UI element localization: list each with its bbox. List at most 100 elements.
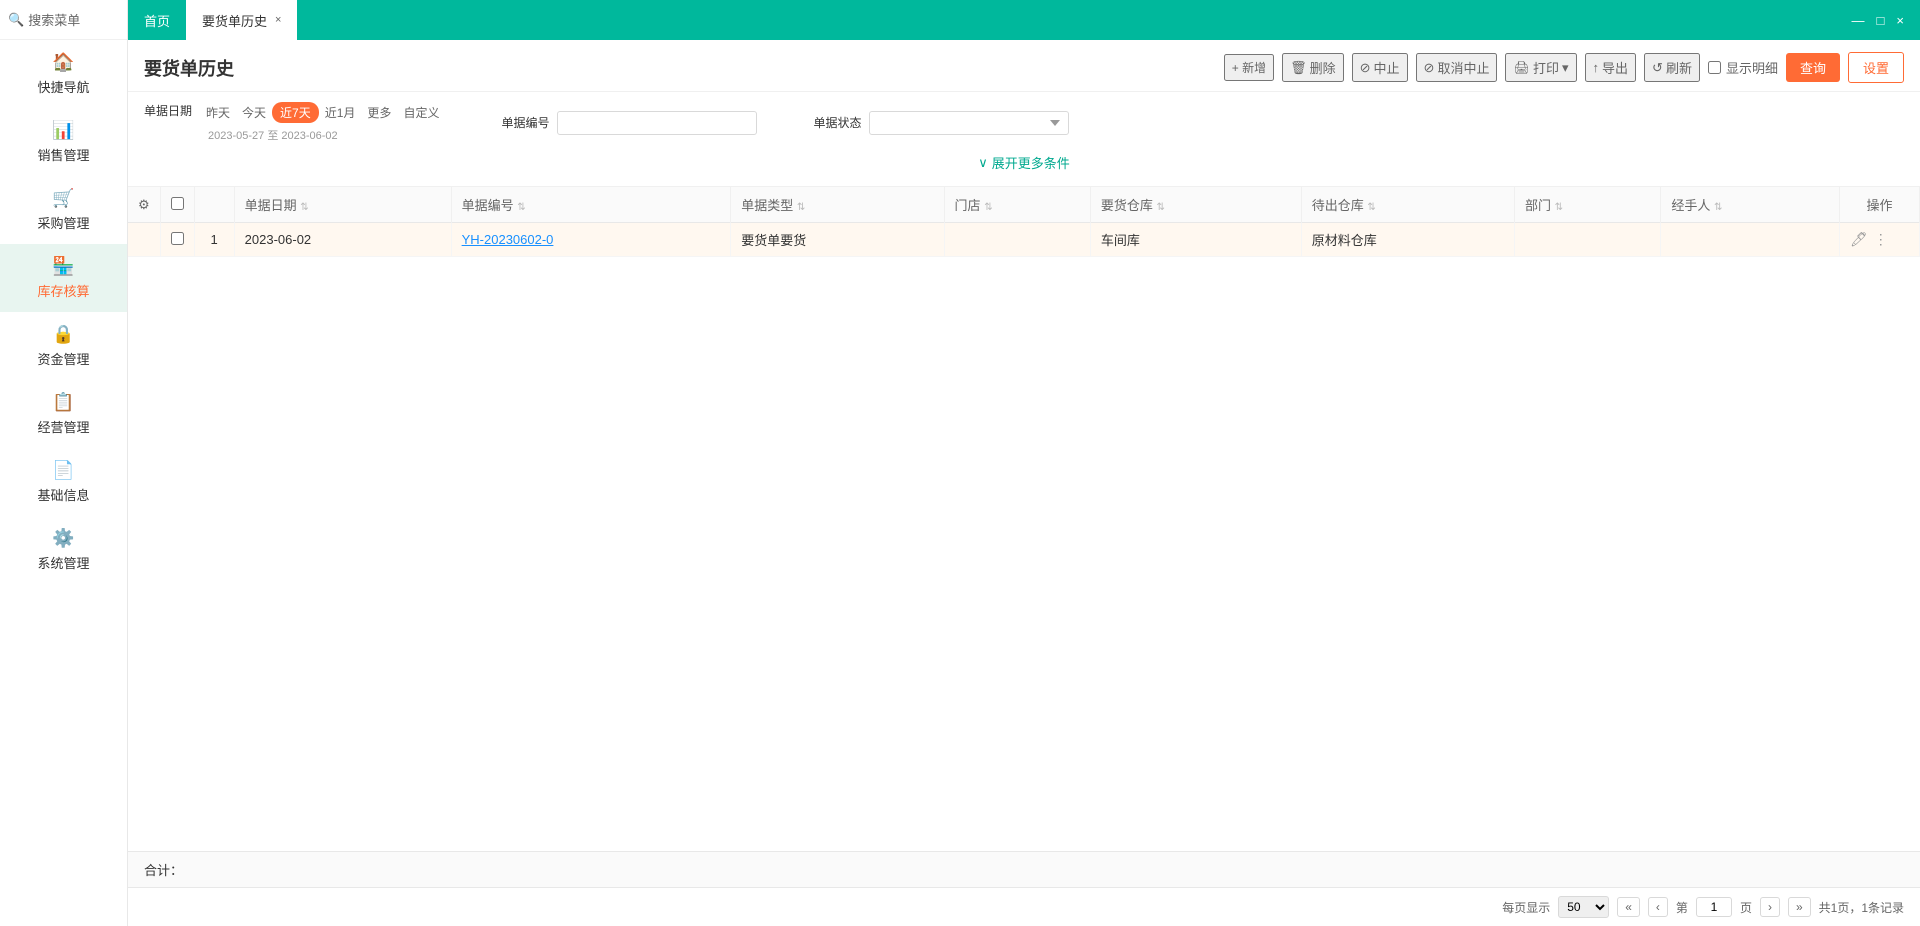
sort-icon-doc-date: ⇅ — [300, 202, 308, 213]
status-select[interactable]: 全部 草稿 已提交 已审核 已中止 — [869, 111, 1069, 135]
td-settings — [128, 223, 160, 257]
table-body: 1 2023-06-02 YH-20230602-0 要货单要货 车间库 原材料… — [128, 223, 1920, 257]
th-doc-no[interactable]: 单据编号 ⇅ — [451, 187, 731, 223]
header-actions: + 新增 🗑 删除 ⊘ 中止 ⊘ 取消中止 🖨 打印 ▾ — [1224, 52, 1904, 83]
basic-icon: 📄 — [52, 460, 74, 481]
table-area: ⚙ 单据日期 ⇅ 单据编号 ⇅ — [128, 187, 1920, 851]
operation-icon: 📋 — [52, 392, 74, 413]
export-button[interactable]: ↑ 导出 — [1585, 53, 1637, 82]
tab-close-button[interactable]: × — [275, 14, 281, 26]
refresh-button[interactable]: ↺ 刷新 — [1644, 53, 1700, 82]
system-icon: ⚙️ — [52, 528, 74, 549]
row-checkbox[interactable] — [171, 232, 184, 245]
display-detail-toggle[interactable]: 显示明细 — [1708, 58, 1778, 77]
date-btn-7days[interactable]: 近7天 — [272, 102, 319, 123]
td-operations: 🖊 ⋮ — [1840, 223, 1920, 257]
window-maximize-button[interactable]: □ — [1877, 13, 1885, 28]
setting-button[interactable]: 设置 — [1848, 52, 1904, 83]
next-page-button[interactable]: › — [1760, 897, 1780, 917]
th-doc-date[interactable]: 单据日期 ⇅ — [234, 187, 451, 223]
table-footer: 合计： — [128, 851, 1920, 887]
sidebar-item-label-inventory: 库存核算 — [37, 281, 89, 300]
status-label: 单据状态 — [813, 114, 861, 131]
stop-button[interactable]: ⊘ 中止 — [1352, 53, 1408, 82]
td-store — [944, 223, 1090, 257]
sidebar-item-quick-nav[interactable]: 🏠 快捷导航 — [0, 40, 127, 108]
sidebar-search-area[interactable]: 🔍 搜索菜单 — [0, 0, 127, 40]
sidebar-item-operation[interactable]: 📋 经营管理 — [0, 380, 127, 448]
th-handler[interactable]: 经手人 ⇅ — [1661, 187, 1840, 223]
sort-icon-department: ⇅ — [1555, 202, 1563, 213]
print-button[interactable]: 🖨 打印 ▾ — [1505, 53, 1576, 82]
doc-no-input[interactable] — [557, 111, 757, 135]
sidebar-item-label-purchase: 采购管理 — [37, 213, 89, 232]
cancel-stop-label: 取消中止 — [1437, 58, 1489, 77]
last-page-button[interactable]: » — [1788, 897, 1811, 917]
th-doc-type[interactable]: 单据类型 ⇅ — [731, 187, 944, 223]
filter-row-1: 单据日期 昨天 今天 近7天 近1月 更多 自定义 2023-05-27 至 2… — [144, 102, 1904, 143]
th-store[interactable]: 门店 ⇅ — [944, 187, 1090, 223]
sidebar-item-label-basic: 基础信息 — [37, 485, 89, 504]
sidebar-item-system[interactable]: ⚙️ 系统管理 — [0, 516, 127, 584]
date-filter-label: 单据日期 — [144, 102, 192, 119]
sidebar-item-label-operation: 经营管理 — [37, 417, 89, 436]
sort-icon-handler: ⇅ — [1714, 202, 1722, 213]
th-department[interactable]: 部门 ⇅ — [1515, 187, 1661, 223]
row-edit-icon[interactable]: 🖊 — [1850, 231, 1868, 248]
table-row: 1 2023-06-02 YH-20230602-0 要货单要货 车间库 原材料… — [128, 223, 1920, 257]
cancel-stop-button[interactable]: ⊘ 取消中止 — [1416, 53, 1498, 82]
first-page-button[interactable]: « — [1617, 897, 1640, 917]
page-size-label: 每页显示 — [1502, 899, 1550, 916]
doc-no-link[interactable]: YH-20230602-0 — [462, 232, 554, 247]
tab-requisition-history[interactable]: 要货单历史 × — [186, 0, 297, 40]
page-title: 要货单历史 — [144, 55, 1224, 81]
window-minimize-button[interactable]: — — [1852, 13, 1865, 28]
date-range-display: 2023-05-27 至 2023-06-02 — [208, 127, 445, 143]
footer-summary-label: 合计： — [144, 863, 183, 878]
th-settings[interactable]: ⚙ — [128, 187, 160, 223]
sidebar-search-label: 搜索菜单 — [28, 10, 80, 29]
date-btn-more[interactable]: 更多 — [361, 102, 397, 123]
prev-page-button[interactable]: ‹ — [1648, 897, 1668, 917]
th-no — [194, 187, 234, 223]
print-icon: 🖨 — [1513, 60, 1530, 76]
select-all-checkbox[interactable] — [171, 197, 184, 210]
purchase-icon: 🛒 — [52, 188, 74, 209]
date-btn-1month[interactable]: 近1月 — [319, 102, 362, 123]
td-checkbox[interactable] — [160, 223, 194, 257]
page-content: 要货单历史 + 新增 🗑 删除 ⊘ 中止 ⊘ 取消中止 🖨 打印 — [128, 40, 1920, 926]
sidebar-item-basic[interactable]: 📄 基础信息 — [0, 448, 127, 516]
home-icon: 🏠 — [52, 52, 74, 73]
sidebar-item-purchase[interactable]: 🛒 采购管理 — [0, 176, 127, 244]
page-header: 要货单历史 + 新增 🗑 删除 ⊘ 中止 ⊘ 取消中止 🖨 打印 — [128, 40, 1920, 92]
date-btn-yesterday[interactable]: 昨天 — [200, 102, 236, 123]
sidebar-search-trigger[interactable]: 🔍 搜索菜单 — [8, 10, 119, 29]
delete-button[interactable]: 🗑 删除 — [1282, 53, 1344, 82]
th-store-label: 门店 — [955, 198, 981, 213]
expand-more-btn[interactable]: ∨ 展开更多条件 — [978, 153, 1070, 172]
window-close-button[interactable]: × — [1896, 13, 1904, 28]
sidebar-item-inventory[interactable]: 🏪 库存核算 — [0, 244, 127, 312]
current-page-input[interactable] — [1696, 897, 1732, 917]
date-quick-filters: 昨天 今天 近7天 近1月 更多 自定义 — [200, 102, 445, 123]
row-more-icon[interactable]: ⋮ — [1874, 231, 1888, 248]
expand-icon: ∨ — [978, 155, 988, 171]
page-size-select[interactable]: 20 50 100 200 — [1558, 896, 1609, 918]
query-button[interactable]: 查询 — [1786, 53, 1840, 82]
th-department-label: 部门 — [1525, 198, 1551, 213]
th-checkbox — [160, 187, 194, 223]
sidebar-item-finance[interactable]: 🔒 资金管理 — [0, 312, 127, 380]
new-button[interactable]: + 新增 — [1224, 54, 1274, 81]
filter-area: 单据日期 昨天 今天 近7天 近1月 更多 自定义 2023-05-27 至 2… — [128, 92, 1920, 187]
sidebar-item-sales[interactable]: 📊 销售管理 — [0, 108, 127, 176]
date-btn-custom[interactable]: 自定义 — [397, 102, 445, 123]
th-req-warehouse[interactable]: 要货仓库 ⇅ — [1090, 187, 1301, 223]
expand-label: 展开更多条件 — [992, 153, 1070, 172]
th-pending-warehouse[interactable]: 待出仓库 ⇅ — [1301, 187, 1514, 223]
date-btn-today[interactable]: 今天 — [236, 102, 272, 123]
display-detail-checkbox[interactable] — [1708, 61, 1721, 74]
tab-home[interactable]: 首页 — [128, 0, 186, 40]
cancel-stop-icon: ⊘ — [1424, 60, 1435, 76]
th-operations: 操作 — [1840, 187, 1920, 223]
th-doc-date-label: 单据日期 — [245, 198, 297, 213]
